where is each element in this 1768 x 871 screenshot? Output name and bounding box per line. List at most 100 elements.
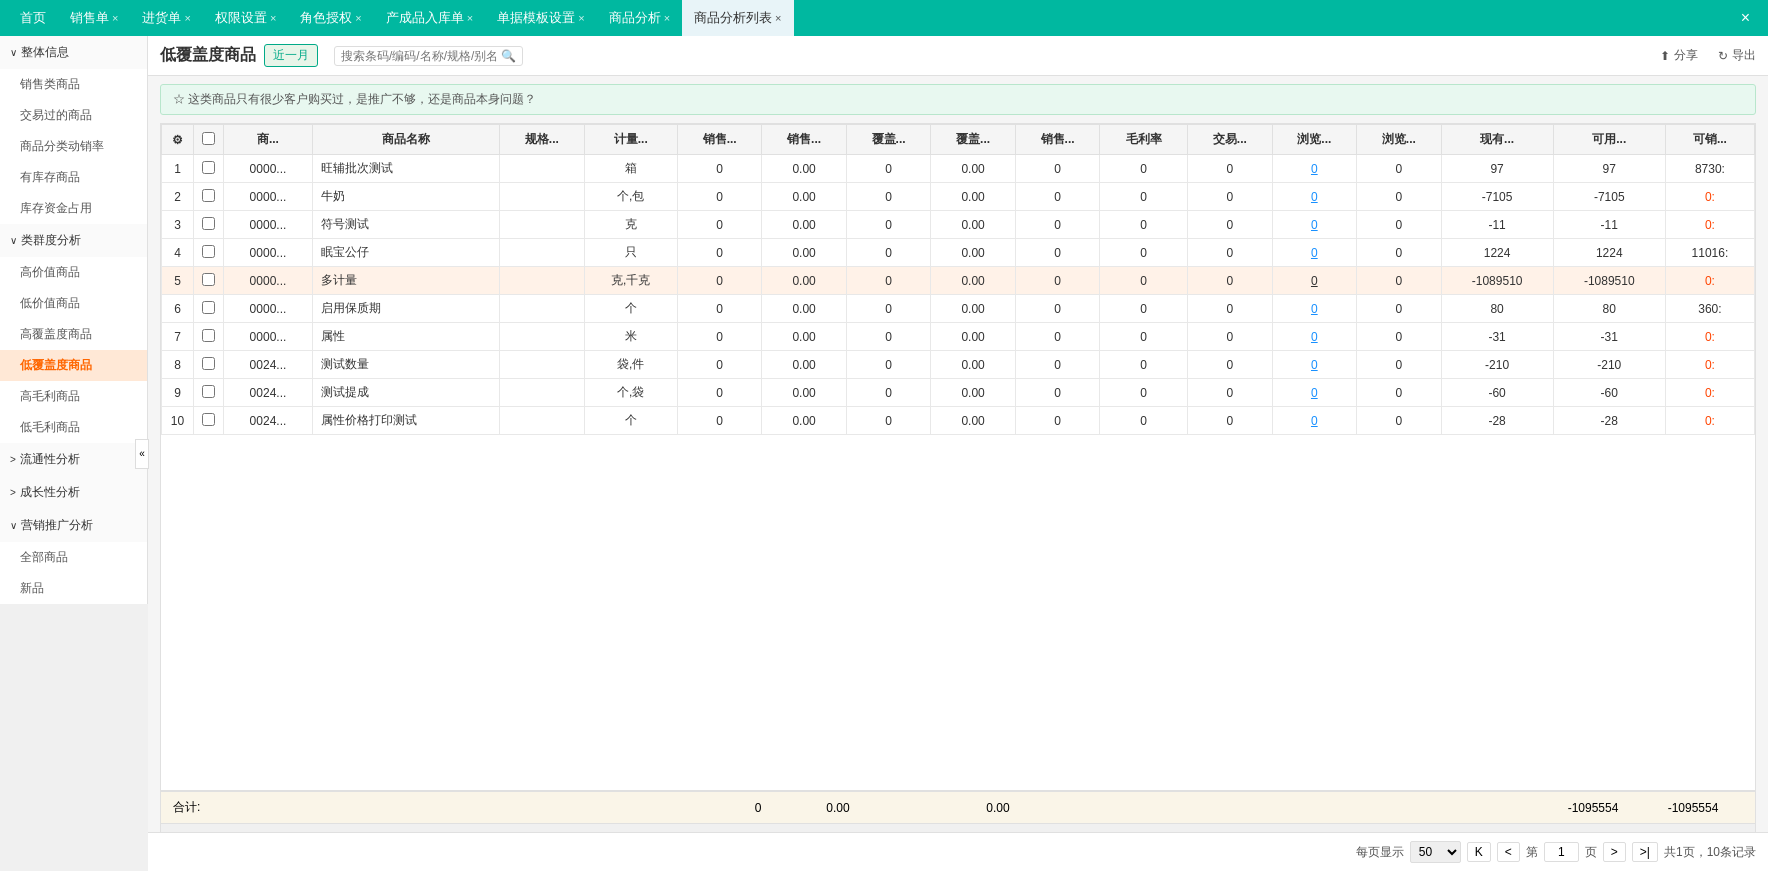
export-button[interactable]: ↻ 导出	[1718, 47, 1756, 64]
row-checkbox[interactable]	[194, 211, 224, 239]
sidebar-section-overall[interactable]: ∨ 整体信息	[0, 36, 147, 69]
sidebar-section-liquidity[interactable]: > 流通性分析	[0, 443, 147, 476]
nav-analysis[interactable]: 商品分析 ×	[597, 0, 682, 36]
nav-close-sales[interactable]: ×	[112, 12, 118, 24]
col-settings[interactable]: ⚙	[162, 125, 194, 155]
page-number-input[interactable]	[1544, 842, 1579, 862]
sidebar-item-stock-capital[interactable]: 库存资金占用	[0, 193, 147, 224]
last-page-button[interactable]: >|	[1632, 842, 1658, 862]
sidebar-section-marketing[interactable]: ∨ 营销推广分析	[0, 509, 147, 542]
row-checkbox[interactable]	[194, 239, 224, 267]
row-unit: 袋,件	[584, 351, 677, 379]
row-checkbox[interactable]	[194, 295, 224, 323]
window-close-button[interactable]: ×	[1731, 9, 1760, 27]
row-select-checkbox[interactable]	[202, 189, 215, 202]
sidebar-item-low-coverage[interactable]: 低覆盖度商品	[0, 350, 147, 381]
row-select-checkbox[interactable]	[202, 413, 215, 426]
search-input[interactable]	[341, 49, 501, 63]
row-gross-margin: 0	[1100, 379, 1188, 407]
row-no: 8	[162, 351, 194, 379]
row-view1[interactable]: 0	[1272, 239, 1356, 267]
nav-close-template[interactable]: ×	[578, 12, 584, 24]
row-view1[interactable]: 0	[1272, 183, 1356, 211]
row-sales-qty: 0	[677, 351, 761, 379]
row-checkbox[interactable]	[194, 323, 224, 351]
sidebar-item-low-margin[interactable]: 低毛利商品	[0, 412, 147, 443]
row-cov2: 0.00	[931, 379, 1015, 407]
prev-page-button[interactable]: <	[1497, 842, 1520, 862]
sidebar-collapse-button[interactable]: «	[135, 439, 149, 469]
row-code: 0000...	[224, 295, 313, 323]
row-unit: 个	[584, 295, 677, 323]
nav-role[interactable]: 角色授权 ×	[288, 0, 373, 36]
row-checkbox[interactable]	[194, 407, 224, 435]
sidebar-item-high-coverage[interactable]: 高覆盖度商品	[0, 319, 147, 350]
sidebar-section-growth[interactable]: > 成长性分析	[0, 476, 147, 509]
row-view1[interactable]: 0	[1272, 407, 1356, 435]
search-icon[interactable]: 🔍	[501, 49, 516, 63]
filter-period-button[interactable]: 近一月	[264, 44, 318, 67]
sidebar-item-sales-goods[interactable]: 销售类商品	[0, 69, 147, 100]
select-all-checkbox[interactable]	[202, 132, 215, 145]
sidebar-item-low-value[interactable]: 低价值商品	[0, 288, 147, 319]
row-sales-amount: 0.00	[762, 295, 846, 323]
row-current-stock: -28	[1441, 407, 1553, 435]
row-select-checkbox[interactable]	[202, 245, 215, 258]
row-usable-stock: 97	[1553, 155, 1665, 183]
row-select-checkbox[interactable]	[202, 301, 215, 314]
nav-close-role[interactable]: ×	[355, 12, 361, 24]
col-trade: 交易...	[1188, 125, 1272, 155]
row-checkbox[interactable]	[194, 155, 224, 183]
nav-purchase[interactable]: 进货单 ×	[130, 0, 202, 36]
nav-permission[interactable]: 权限设置 ×	[203, 0, 288, 36]
row-select-checkbox[interactable]	[202, 329, 215, 342]
row-select-checkbox[interactable]	[202, 273, 215, 286]
sidebar-item-all-goods[interactable]: 全部商品	[0, 542, 147, 573]
sidebar-section-cluster[interactable]: ∨ 类群度分析	[0, 224, 147, 257]
col-view1: 浏览...	[1272, 125, 1356, 155]
nav-close-analysis[interactable]: ×	[664, 12, 670, 24]
row-cov1: 0	[846, 155, 930, 183]
row-checkbox[interactable]	[194, 351, 224, 379]
nav-template[interactable]: 单据模板设置 ×	[485, 0, 596, 36]
row-view1[interactable]: 0	[1272, 295, 1356, 323]
sidebar-item-high-margin[interactable]: 高毛利商品	[0, 381, 147, 412]
sidebar-item-traded-goods[interactable]: 交易过的商品	[0, 100, 147, 131]
share-button[interactable]: ⬆ 分享	[1660, 47, 1698, 64]
nav-close-analysis-list[interactable]: ×	[775, 12, 781, 24]
row-view1[interactable]: 0	[1272, 155, 1356, 183]
row-view1[interactable]: 0	[1272, 267, 1356, 295]
row-checkbox[interactable]	[194, 183, 224, 211]
next-page-button[interactable]: >	[1603, 842, 1626, 862]
nav-close-purchase[interactable]: ×	[184, 12, 190, 24]
row-name: 启用保质期	[312, 295, 499, 323]
nav-home[interactable]: 首页	[8, 0, 58, 36]
row-unit: 只	[584, 239, 677, 267]
nav-sales[interactable]: 销售单 ×	[58, 0, 130, 36]
settings-icon[interactable]: ⚙	[172, 133, 183, 147]
row-sales3: 0	[1015, 155, 1099, 183]
nav-product-warehouse[interactable]: 产成品入库单 ×	[374, 0, 485, 36]
sidebar-item-new-goods[interactable]: 新品	[0, 573, 147, 604]
page-size-select[interactable]: 50 100 200	[1410, 841, 1461, 863]
row-checkbox[interactable]	[194, 267, 224, 295]
row-view1[interactable]: 0	[1272, 379, 1356, 407]
row-view1[interactable]: 0	[1272, 211, 1356, 239]
sidebar-item-high-value[interactable]: 高价值商品	[0, 257, 147, 288]
sidebar-item-in-stock[interactable]: 有库存商品	[0, 162, 147, 193]
row-select-checkbox[interactable]	[202, 357, 215, 370]
nav-close-product-warehouse[interactable]: ×	[467, 12, 473, 24]
row-select-checkbox[interactable]	[202, 217, 215, 230]
row-checkbox[interactable]	[194, 379, 224, 407]
nav-close-permission[interactable]: ×	[270, 12, 276, 24]
nav-analysis-list[interactable]: 商品分析列表 ×	[682, 0, 793, 36]
row-view2: 0	[1357, 407, 1441, 435]
sidebar-item-category-rate[interactable]: 商品分类动销率	[0, 131, 147, 162]
row-select-checkbox[interactable]	[202, 161, 215, 174]
row-view1[interactable]: 0	[1272, 351, 1356, 379]
row-select-checkbox[interactable]	[202, 385, 215, 398]
horizontal-scrollbar[interactable]	[160, 824, 1756, 832]
first-page-button[interactable]: K	[1467, 842, 1491, 862]
row-view1[interactable]: 0	[1272, 323, 1356, 351]
page-unit: 页	[1585, 844, 1597, 861]
